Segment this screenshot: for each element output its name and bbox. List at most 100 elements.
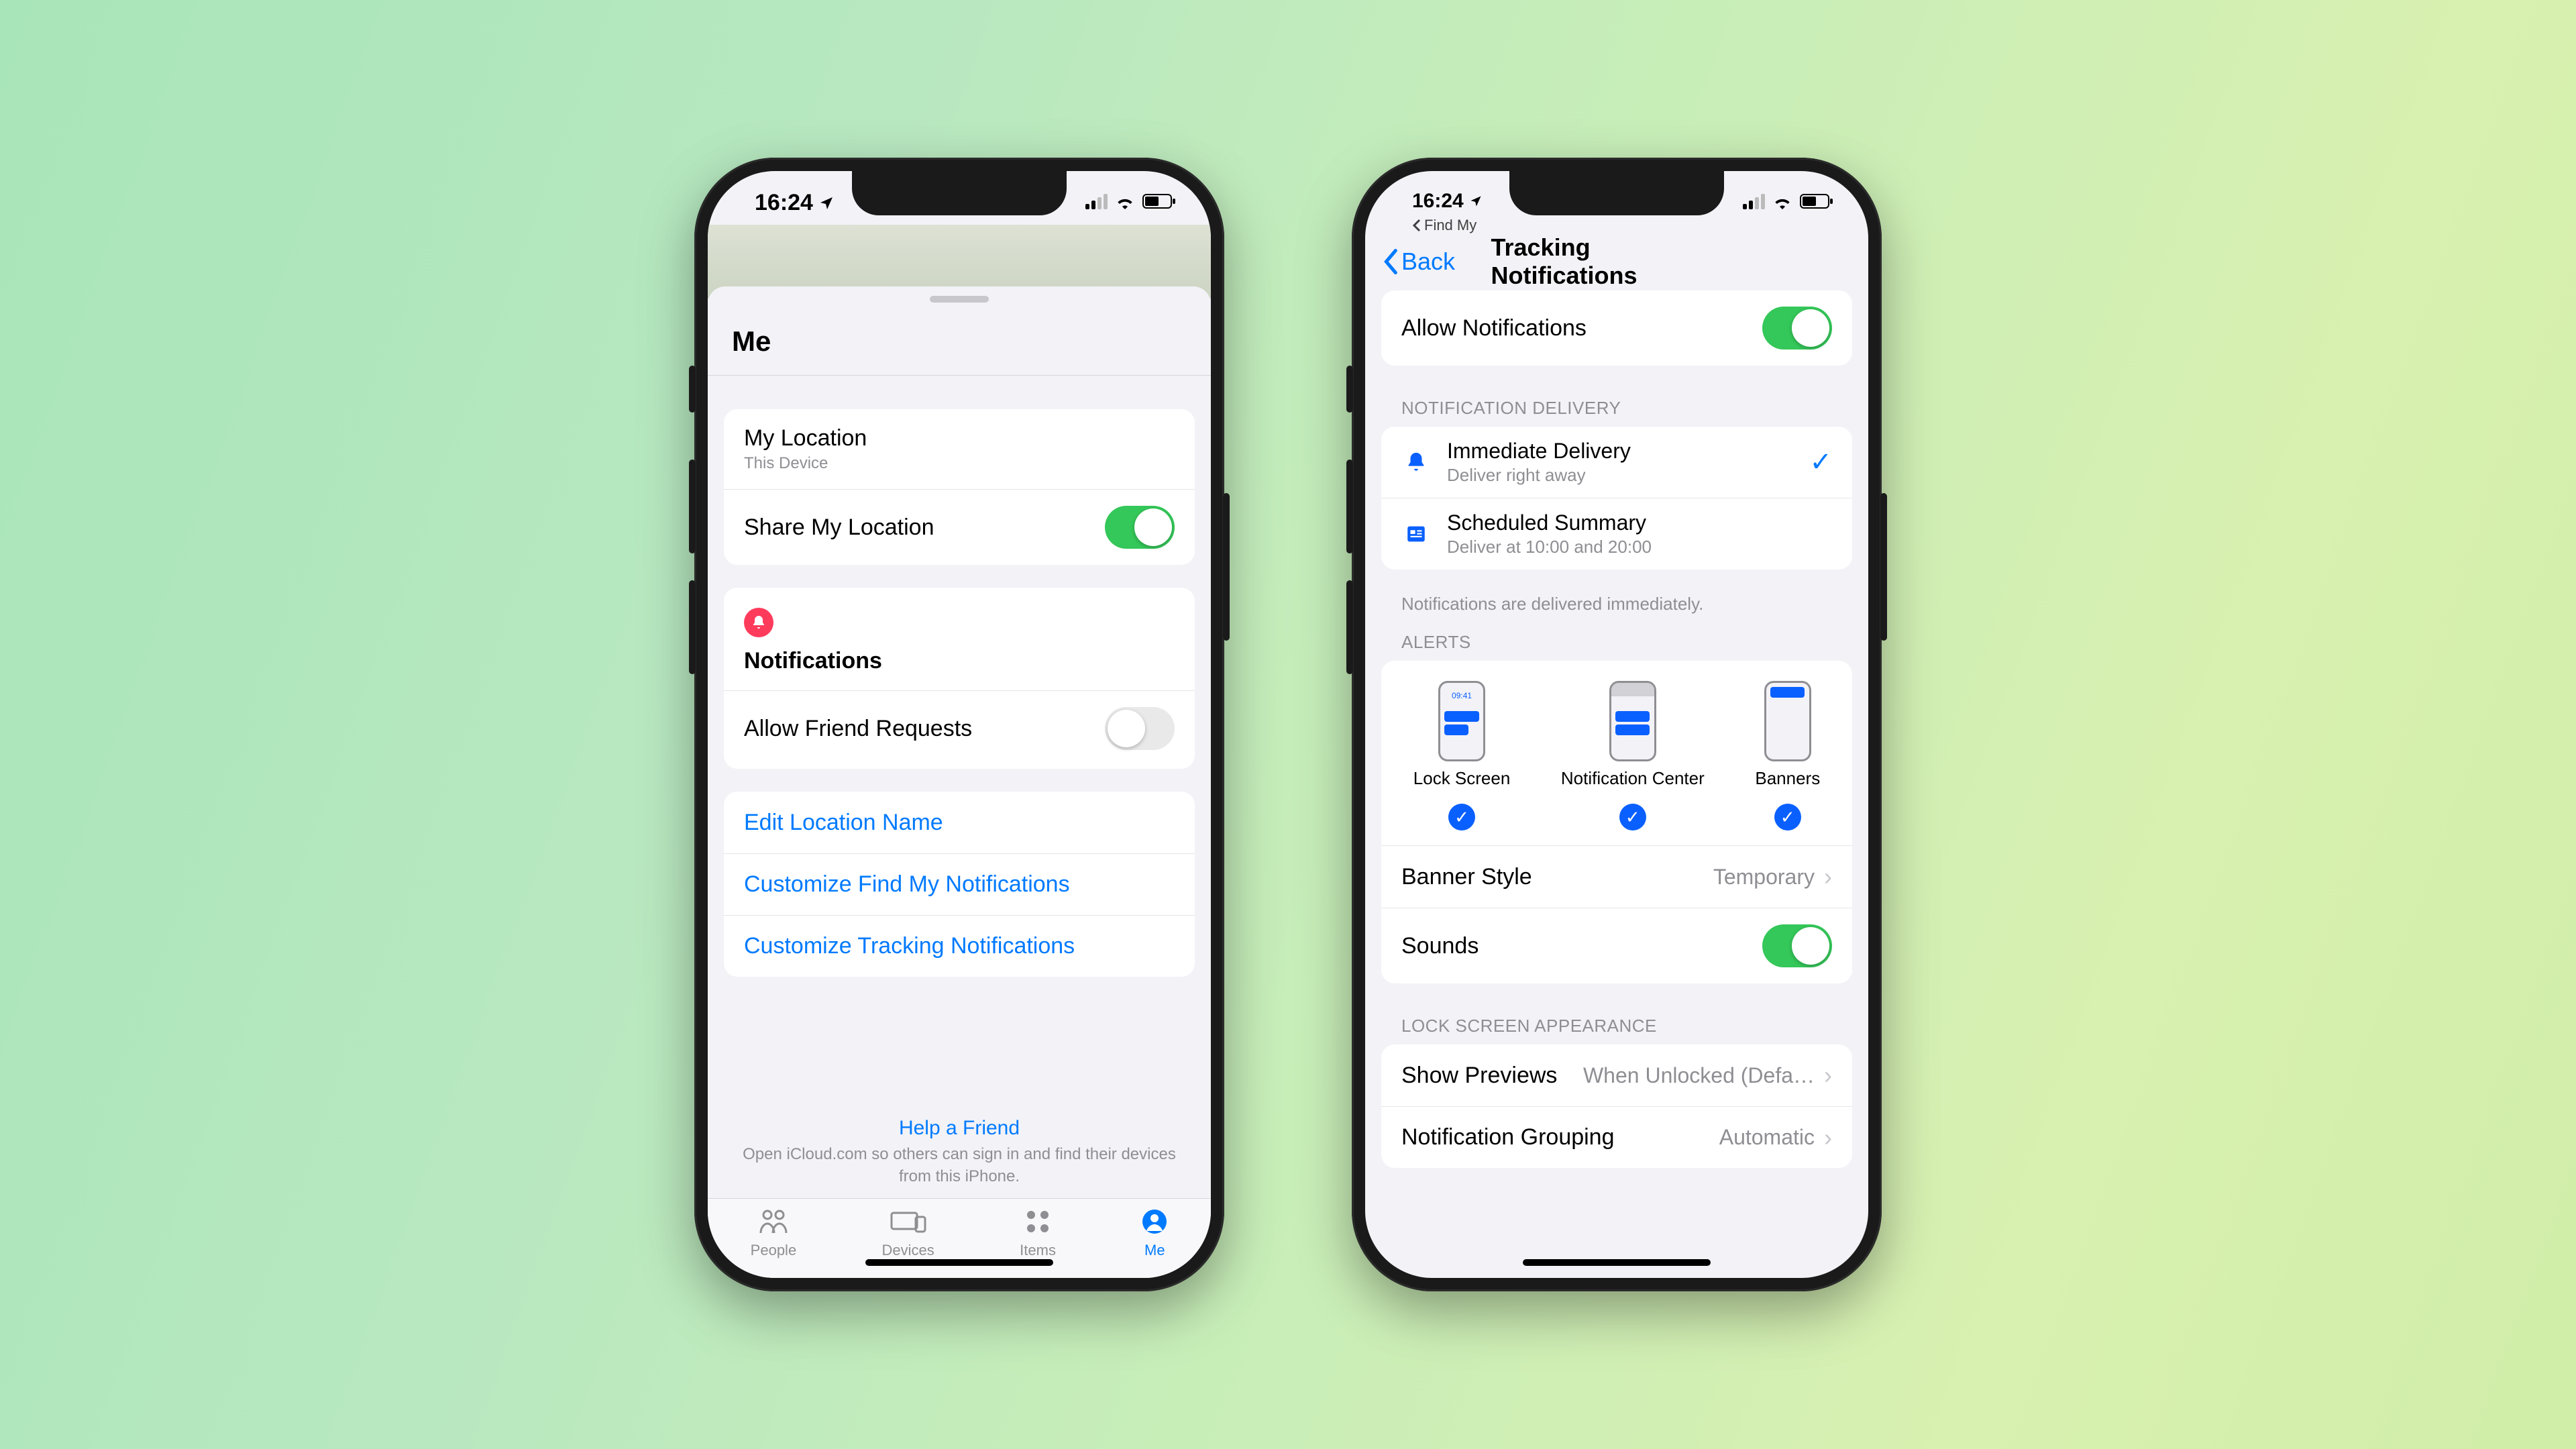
- devices-icon: [889, 1204, 928, 1239]
- immediate-delivery-row[interactable]: Immediate Delivery Deliver right away ✓: [1381, 427, 1852, 498]
- tab-items[interactable]: Items: [1020, 1204, 1056, 1259]
- friend-requests-row: Allow Friend Requests: [724, 691, 1195, 766]
- alert-style-selector: 09:41 Lock Screen ✓: [1381, 661, 1852, 837]
- back-label: Back: [1401, 248, 1455, 276]
- banner-style-label: Banner Style: [1401, 864, 1532, 890]
- chevron-right-icon: ›: [1824, 1124, 1832, 1152]
- checkmark-icon: ✓: [1619, 804, 1646, 830]
- power-button: [1223, 493, 1230, 641]
- allow-notifications-row: Allow Notifications: [1381, 290, 1852, 366]
- mute-switch: [689, 366, 696, 413]
- summary-sub: Deliver at 10:00 and 20:00: [1447, 537, 1832, 557]
- notification-grouping-row[interactable]: Notification Grouping Automatic ›: [1381, 1106, 1852, 1168]
- home-indicator[interactable]: [1523, 1259, 1711, 1266]
- nav-title: Tracking Notifications: [1491, 238, 1743, 290]
- me-sheet: Me My Location This Device Share My Loca…: [708, 286, 1211, 1278]
- show-previews-value: When Unlocked (Defa…: [1583, 1063, 1819, 1088]
- allow-notifications-toggle[interactable]: [1762, 307, 1832, 350]
- bell-icon: [744, 608, 773, 637]
- tab-people-label: People: [751, 1242, 797, 1259]
- alert-notification-center[interactable]: Notification Center ✓: [1561, 681, 1705, 830]
- banner-style-value: Temporary: [1713, 865, 1819, 890]
- notifications-header: Notifications: [724, 637, 1195, 690]
- delivery-footer: Notifications are delivered immediately.: [1381, 587, 1852, 617]
- status-time: 16:24: [755, 190, 813, 216]
- allow-notifications-label: Allow Notifications: [1401, 315, 1587, 341]
- scheduled-summary-row[interactable]: Scheduled Summary Deliver at 10:00 and 2…: [1381, 498, 1852, 570]
- summary-title: Scheduled Summary: [1447, 511, 1832, 535]
- checkmark-icon: ✓: [1809, 447, 1832, 478]
- customize-findmy-notifications-button[interactable]: Customize Find My Notifications: [724, 853, 1195, 915]
- chevron-right-icon: ›: [1824, 1061, 1832, 1089]
- notification-center-preview-icon: [1609, 681, 1656, 761]
- immediate-sub: Deliver right away: [1447, 465, 1793, 486]
- location-services-icon: [818, 195, 835, 211]
- volume-down: [689, 580, 696, 674]
- cellular-signal-icon: [1743, 194, 1765, 209]
- delivery-header: NOTIFICATION DELIVERY: [1381, 383, 1852, 427]
- sheet-grabber[interactable]: [930, 296, 989, 303]
- my-location-row[interactable]: My Location This Device: [724, 409, 1195, 489]
- customize-findmy-label: Customize Find My Notifications: [744, 871, 1070, 898]
- newspaper-icon: [1401, 519, 1431, 549]
- alert-banners-label: Banners: [1755, 768, 1820, 789]
- help-a-friend-link[interactable]: Help a Friend: [741, 1117, 1177, 1140]
- status-time: 16:24: [1412, 190, 1464, 213]
- share-location-row: Share My Location: [724, 489, 1195, 565]
- my-location-value: This Device: [744, 454, 867, 473]
- home-indicator[interactable]: [865, 1259, 1053, 1266]
- people-icon: [757, 1204, 790, 1239]
- phone-find-my: 16:24 Me: [694, 158, 1224, 1291]
- page-title: Me: [732, 325, 1187, 358]
- sounds-row: Sounds: [1381, 908, 1852, 983]
- items-icon: [1024, 1204, 1051, 1239]
- lock-screen-appearance-header: LOCK SCREEN APPEARANCE: [1381, 1001, 1852, 1044]
- location-services-icon: [1469, 195, 1483, 208]
- tab-people[interactable]: People: [751, 1204, 797, 1259]
- alert-lock-label: Lock Screen: [1413, 768, 1511, 789]
- friend-requests-label: Allow Friend Requests: [744, 716, 972, 742]
- banner-style-row[interactable]: Banner Style Temporary ›: [1381, 846, 1852, 908]
- mute-switch: [1346, 366, 1353, 413]
- volume-up: [689, 460, 696, 553]
- share-location-toggle[interactable]: [1105, 506, 1175, 549]
- back-to-app-button[interactable]: Find My: [1412, 217, 1483, 234]
- alerts-header: ALERTS: [1381, 617, 1852, 661]
- chevron-right-icon: ›: [1824, 863, 1832, 891]
- wifi-icon: [1114, 193, 1136, 209]
- notch: [1509, 171, 1724, 215]
- sounds-label: Sounds: [1401, 933, 1479, 959]
- banners-preview-icon: [1764, 681, 1811, 761]
- customize-tracking-notifications-button[interactable]: Customize Tracking Notifications: [724, 915, 1195, 977]
- battery-icon: [1800, 193, 1835, 210]
- tab-items-label: Items: [1020, 1242, 1056, 1259]
- alert-banners[interactable]: Banners ✓: [1755, 681, 1820, 830]
- edit-location-name-label: Edit Location Name: [744, 810, 943, 836]
- share-location-label: Share My Location: [744, 515, 934, 541]
- tab-me-label: Me: [1144, 1242, 1165, 1259]
- show-previews-label: Show Previews: [1401, 1063, 1557, 1089]
- show-previews-row[interactable]: Show Previews When Unlocked (Defa… ›: [1381, 1044, 1852, 1106]
- phone-settings: 16:24 Find My: [1352, 158, 1882, 1291]
- volume-up: [1346, 460, 1353, 553]
- tab-me[interactable]: Me: [1141, 1204, 1168, 1259]
- help-section: Help a Friend Open iCloud.com so others …: [708, 1097, 1211, 1198]
- edit-location-name-button[interactable]: Edit Location Name: [724, 792, 1195, 853]
- sounds-toggle[interactable]: [1762, 924, 1832, 967]
- customize-tracking-label: Customize Tracking Notifications: [744, 933, 1075, 959]
- navigation-bar: Back Tracking Notifications: [1365, 238, 1868, 290]
- my-location-label: My Location: [744, 425, 867, 451]
- back-to-app-label: Find My: [1424, 217, 1477, 234]
- tab-devices-label: Devices: [882, 1242, 934, 1259]
- wifi-icon: [1772, 193, 1793, 209]
- divider: [708, 375, 1211, 376]
- me-icon: [1141, 1204, 1168, 1239]
- alert-lock-screen[interactable]: 09:41 Lock Screen ✓: [1413, 681, 1511, 830]
- friend-requests-toggle[interactable]: [1105, 707, 1175, 750]
- checkmark-icon: ✓: [1774, 804, 1801, 830]
- immediate-title: Immediate Delivery: [1447, 439, 1793, 464]
- alert-center-label: Notification Center: [1561, 768, 1705, 789]
- tab-devices[interactable]: Devices: [882, 1204, 934, 1259]
- tab-bar: People Devices Items: [708, 1198, 1211, 1278]
- back-button[interactable]: Back: [1383, 248, 1455, 276]
